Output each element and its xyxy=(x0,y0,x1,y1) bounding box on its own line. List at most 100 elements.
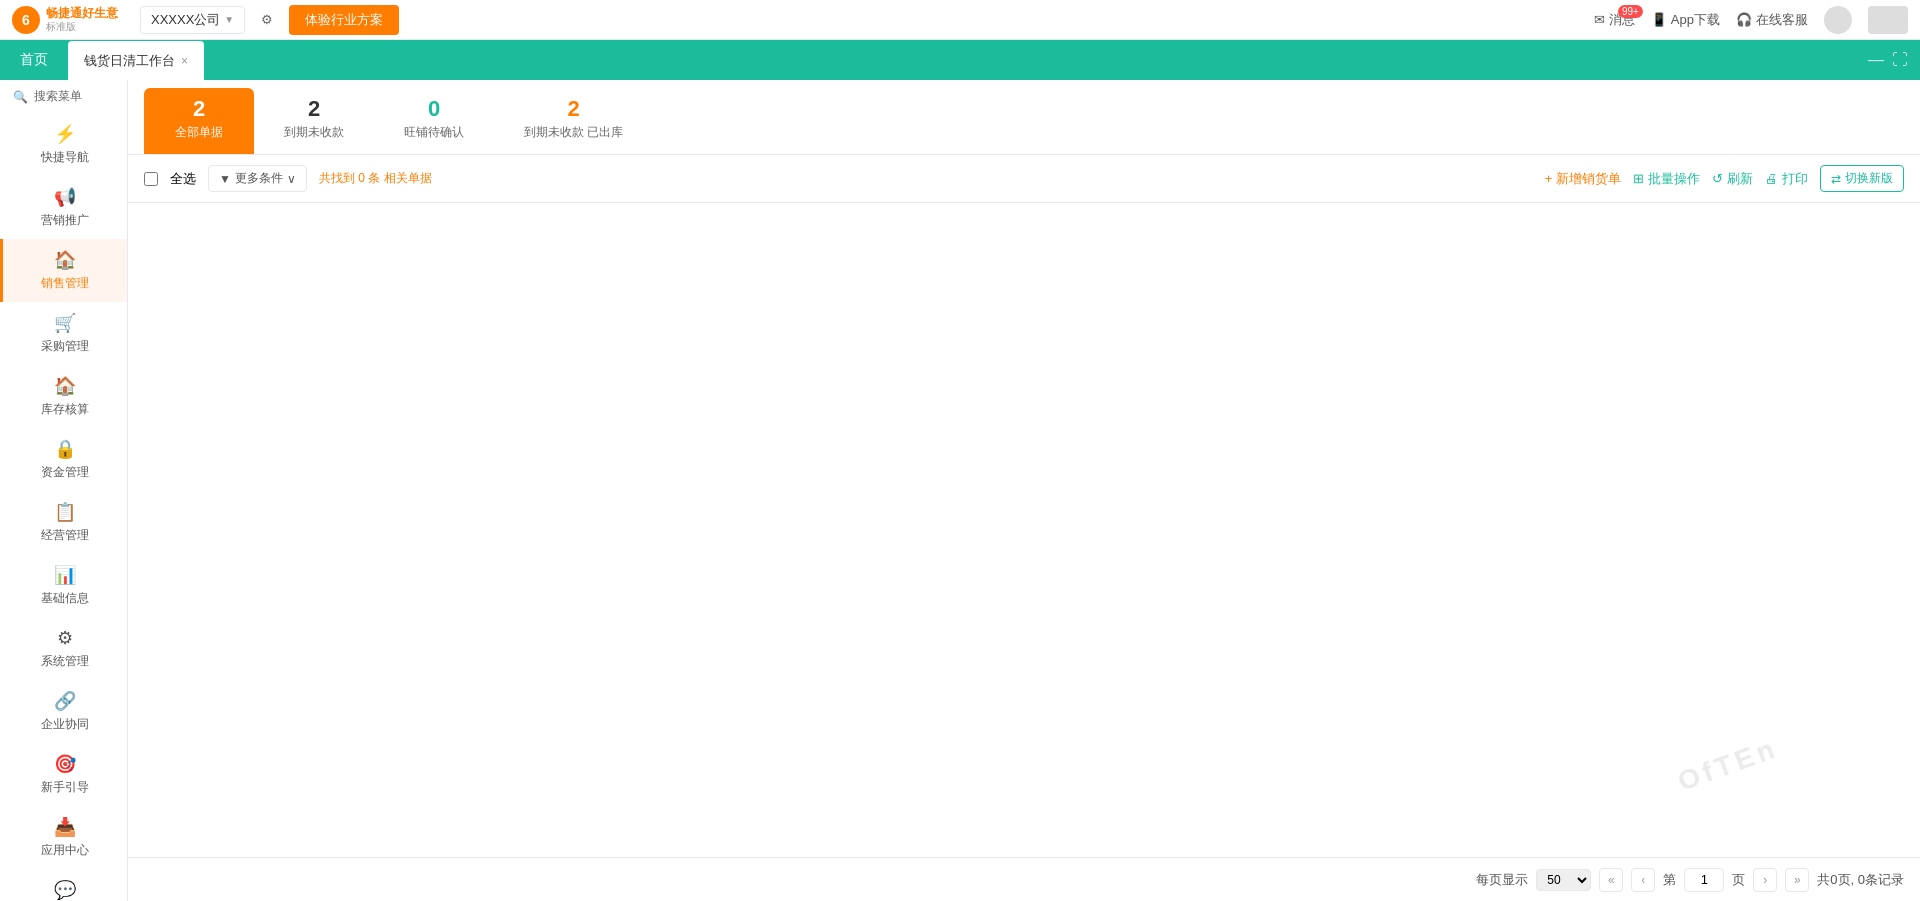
stat-tab-overdue[interactable]: 2 到期未收款 xyxy=(254,88,374,154)
tab-home[interactable]: 首页 xyxy=(0,40,68,80)
next-page-button[interactable]: › xyxy=(1753,868,1777,892)
sidebar-item-enterprise[interactable]: 🔗 企业协同 xyxy=(0,680,127,743)
page-label: 第 xyxy=(1663,871,1676,889)
logo-sub: 标准版 xyxy=(46,21,118,33)
sidebar-label-quick-nav: 快捷导航 xyxy=(41,149,89,166)
sidebar-item-base-info[interactable]: 📊 基础信息 xyxy=(0,554,127,617)
tab-label: 钱货日清工作台 xyxy=(84,52,175,70)
sidebar-label-system: 系统管理 xyxy=(41,653,89,670)
search-suffix: 相关单据 xyxy=(384,171,432,185)
sidebar-label-finance: 资金管理 xyxy=(41,464,89,481)
sidebar-item-purchase[interactable]: 🛒 采购管理 xyxy=(0,302,127,365)
purchase-icon: 🛒 xyxy=(54,312,76,334)
avatar[interactable] xyxy=(1824,6,1852,34)
sidebar-item-inventory[interactable]: 🏠 库存核算 xyxy=(0,365,127,428)
stat-count-pending: 0 xyxy=(428,96,440,122)
batch-label: 批量操作 xyxy=(1648,170,1700,188)
search-prefix: 共找到 xyxy=(319,171,355,185)
sidebar-item-quick-nav[interactable]: ⚡ 快捷导航 xyxy=(0,113,127,176)
filter-button[interactable]: ▼ 更多条件 ∨ xyxy=(208,165,307,192)
header-right: ✉ 消息 99+ 📱 App下载 🎧 在线客服 xyxy=(1594,6,1908,34)
wechat-icon: 💬 xyxy=(54,879,76,901)
main-layout: 🔍 搜索菜单 ⚡ 快捷导航 📢 营销推广 🏠 销售管理 🛒 采购管理 🏠 库存核… xyxy=(0,80,1920,901)
sidebar-item-finance[interactable]: 🔒 资金管理 xyxy=(0,428,127,491)
search-icon: 🔍 xyxy=(13,90,28,104)
headset-icon: 🎧 xyxy=(1736,12,1752,27)
batch-icon: ⊞ xyxy=(1633,171,1644,186)
refresh-icon: ↺ xyxy=(1712,171,1723,186)
refresh-button[interactable]: ↺ 刷新 xyxy=(1712,170,1753,188)
per-page-select[interactable]: 20 50 100 xyxy=(1536,869,1591,891)
message-badge: 99+ xyxy=(1618,5,1643,18)
tab-expand-icon[interactable]: ⛶ xyxy=(1892,51,1908,69)
toolbar-right: + 新增销货单 ⊞ 批量操作 ↺ 刷新 🖨 打印 ⇄ 切换新版 xyxy=(1545,165,1904,192)
sidebar-item-app-center[interactable]: 📥 应用中心 xyxy=(0,806,127,869)
logo-icon: 6 xyxy=(12,6,40,34)
print-label: 打印 xyxy=(1782,170,1808,188)
system-icon: ⚙ xyxy=(57,627,73,649)
prev-page-button[interactable]: ‹ xyxy=(1631,868,1655,892)
online-service-button[interactable]: 🎧 在线客服 xyxy=(1736,11,1808,29)
lightning-icon: ⚡ xyxy=(54,123,76,145)
operations-icon: 📋 xyxy=(54,501,76,523)
stat-tab-pending[interactable]: 0 旺铺待确认 xyxy=(374,88,494,154)
user-info[interactable] xyxy=(1868,6,1908,34)
sidebar-item-marketing[interactable]: 📢 营销推广 xyxy=(0,176,127,239)
search-result: 共找到 0 条 相关单据 xyxy=(319,170,432,187)
print-button[interactable]: 🖨 打印 xyxy=(1765,170,1808,188)
sidebar-item-sales[interactable]: 🏠 销售管理 xyxy=(0,239,127,302)
pagination: 每页显示 20 50 100 « ‹ 第 页 › » 共0页, 0条记录 xyxy=(128,857,1920,901)
print-icon: 🖨 xyxy=(1765,171,1778,186)
total-info: 共0页, 0条记录 xyxy=(1817,871,1904,889)
sidebar-search[interactable]: 🔍 搜索菜单 xyxy=(0,80,127,113)
tab-minimize-icon[interactable]: — xyxy=(1868,51,1884,69)
tab-close-icon[interactable]: × xyxy=(181,54,188,68)
base-info-icon: 📊 xyxy=(54,564,76,586)
company-name: XXXXX公司 xyxy=(151,11,220,29)
experience-btn[interactable]: 体验行业方案 xyxy=(289,5,399,35)
logo-text: 畅捷通好生意 标准版 xyxy=(46,6,118,32)
guide-icon: 🎯 xyxy=(54,753,76,775)
settings-button[interactable]: ⚙ xyxy=(253,6,281,34)
switch-version-button[interactable]: ⇄ 切换新版 xyxy=(1820,165,1904,192)
logo-main: 畅捷通好生意 xyxy=(46,6,118,20)
stat-tab-shipped[interactable]: 2 到期未收款 已出库 xyxy=(494,88,653,154)
filter-arrow-icon: ∨ xyxy=(287,172,296,186)
sidebar-item-operations[interactable]: 📋 经营管理 xyxy=(0,491,127,554)
last-page-button[interactable]: » xyxy=(1785,868,1809,892)
add-button[interactable]: + 新增销货单 xyxy=(1545,170,1621,188)
logo-area: 6 畅捷通好生意 标准版 xyxy=(12,6,140,34)
stat-count-overdue: 2 xyxy=(308,96,320,122)
message-button[interactable]: ✉ 消息 99+ xyxy=(1594,11,1635,29)
finance-icon: 🔒 xyxy=(54,438,76,460)
tab-bar-actions: — ⛶ xyxy=(1868,51,1920,69)
page-suffix: 页 xyxy=(1732,871,1745,889)
sidebar-item-guide[interactable]: 🎯 新手引导 xyxy=(0,743,127,806)
stat-tab-all[interactable]: 2 全部单据 xyxy=(144,88,254,154)
table-area xyxy=(128,203,1920,857)
gear-icon: ⚙ xyxy=(261,12,273,27)
sidebar-item-wechat[interactable]: 💬 企业微信 xyxy=(0,869,127,901)
switch-icon: ⇄ xyxy=(1831,172,1841,186)
content-area: 2 全部单据 2 到期未收款 0 旺铺待确认 2 到期未收款 已出库 全选 ▼ … xyxy=(128,80,1920,901)
stat-label-overdue: 到期未收款 xyxy=(284,124,344,141)
app-download-button[interactable]: 📱 App下载 xyxy=(1651,11,1720,29)
sidebar-label-operations: 经营管理 xyxy=(41,527,89,544)
stats-tabs: 2 全部单据 2 到期未收款 0 旺铺待确认 2 到期未收款 已出库 xyxy=(128,80,1920,155)
filter-label: 更多条件 xyxy=(235,170,283,187)
sidebar-item-system[interactable]: ⚙ 系统管理 xyxy=(0,617,127,680)
company-selector[interactable]: XXXXX公司 ▼ xyxy=(140,6,245,34)
first-page-button[interactable]: « xyxy=(1599,868,1623,892)
page-number-input[interactable] xyxy=(1684,868,1724,892)
stat-label-pending: 旺铺待确认 xyxy=(404,124,464,141)
select-all-label: 全选 xyxy=(170,170,196,188)
select-all-checkbox[interactable] xyxy=(144,172,158,186)
company-arrow-icon: ▼ xyxy=(224,14,234,25)
sales-icon: 🏠 xyxy=(54,249,76,271)
filter-icon: ▼ xyxy=(219,172,231,186)
tab-active[interactable]: 钱货日清工作台 × xyxy=(68,41,204,81)
batch-button[interactable]: ⊞ 批量操作 xyxy=(1633,170,1700,188)
search-count: 0 xyxy=(358,171,365,185)
toolbar: 全选 ▼ 更多条件 ∨ 共找到 0 条 相关单据 + 新增销货单 ⊞ 批量操作 … xyxy=(128,155,1920,203)
app-center-icon: 📥 xyxy=(54,816,76,838)
